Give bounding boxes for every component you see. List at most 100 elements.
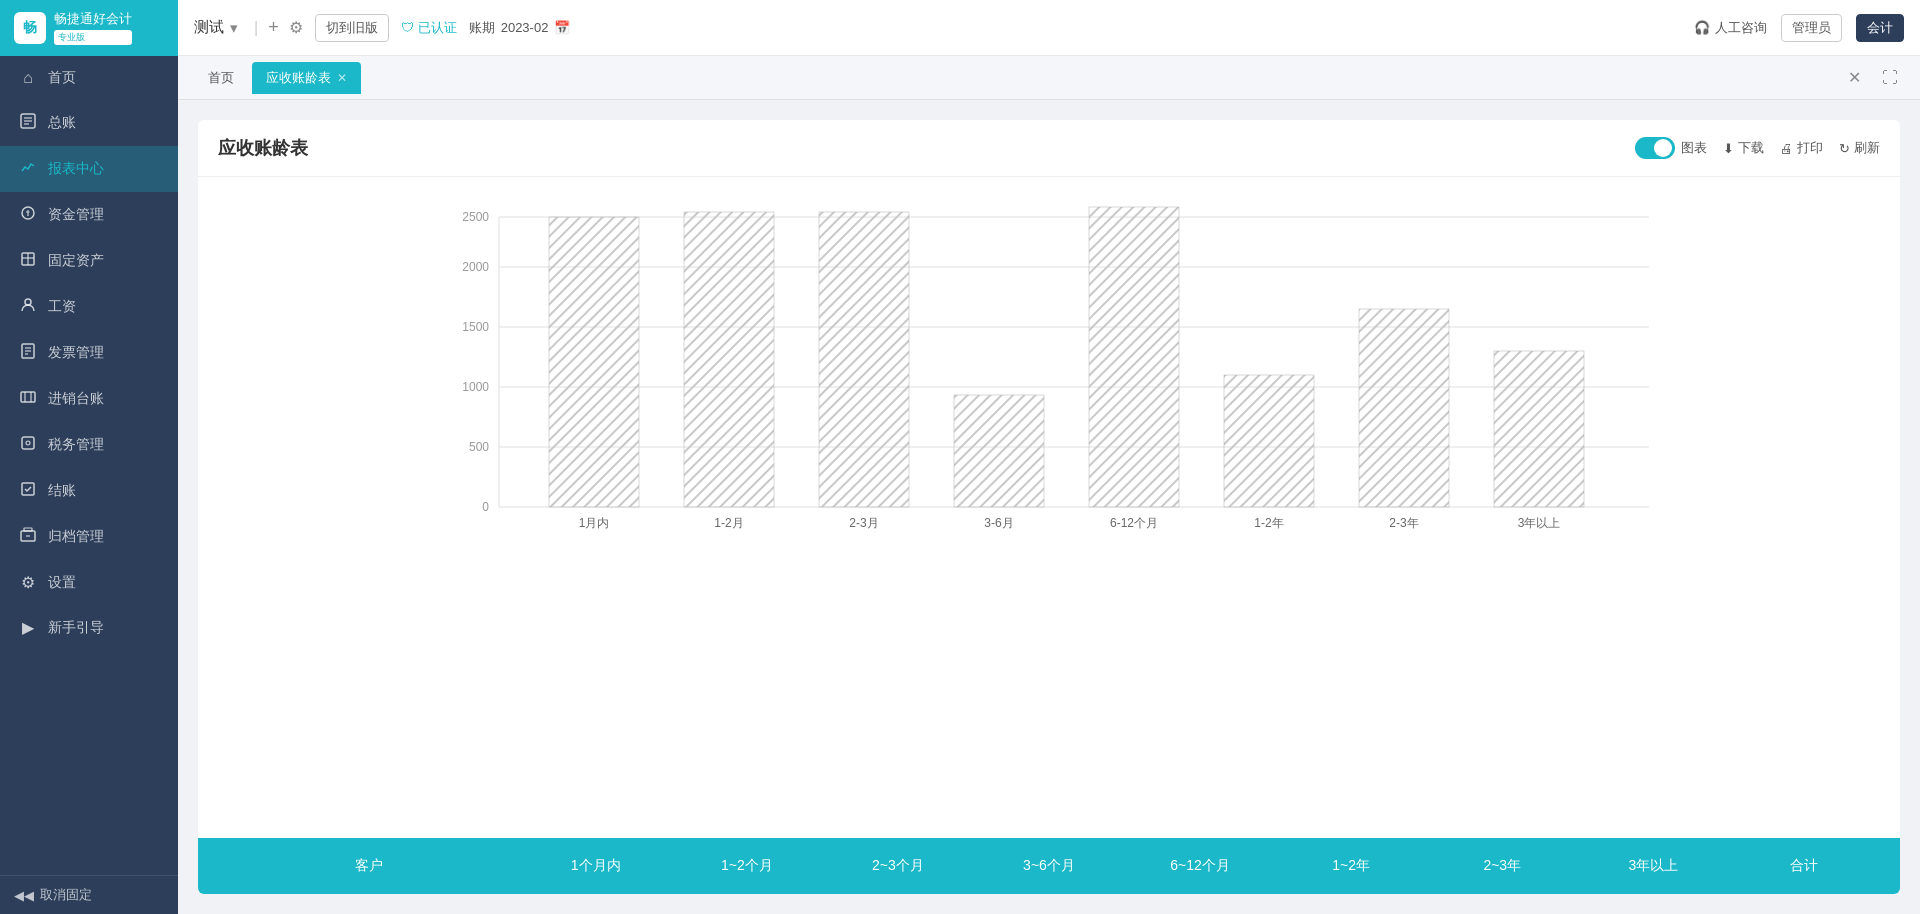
col-2-3year: 2~3年 [1427, 857, 1578, 875]
switch-version-btn[interactable]: 切到旧版 [315, 14, 389, 42]
content-area: 应收账龄表 图表 ⬇ 下载 🖨 打印 [178, 100, 1920, 914]
stock-icon [18, 389, 38, 409]
svg-text:1-2年: 1-2年 [1254, 516, 1283, 530]
download-btn[interactable]: ⬇ 下载 [1723, 139, 1764, 157]
sidebar-item-payroll[interactable]: 工资 [0, 284, 178, 330]
tab-aging[interactable]: 应收账龄表 ✕ [252, 62, 361, 94]
svg-rect-13 [21, 392, 35, 402]
svg-rect-16 [22, 437, 34, 449]
print-btn[interactable]: 🖨 打印 [1780, 139, 1823, 157]
svg-point-17 [26, 441, 30, 445]
assets-icon [18, 251, 38, 271]
dropdown-icon[interactable]: ▾ [230, 19, 238, 37]
print-icon: 🖨 [1780, 141, 1793, 156]
bar-2-3-year [1359, 309, 1449, 507]
closing-icon [18, 481, 38, 501]
bar-chart: 0 500 1000 1500 2000 2500 1月内 [218, 197, 1880, 577]
sidebar-item-stock[interactable]: 进销台账 [0, 376, 178, 422]
chart-toggle[interactable] [1635, 137, 1675, 159]
archive-icon [18, 527, 38, 547]
refresh-btn[interactable]: ↻ 刷新 [1839, 139, 1880, 157]
svg-text:1500: 1500 [462, 320, 489, 334]
sidebar-item-guide[interactable]: ▶ 新手引导 [0, 605, 178, 650]
sidebar-item-tax[interactable]: 税务管理 [0, 422, 178, 468]
svg-text:2000: 2000 [462, 260, 489, 274]
svg-text:2500: 2500 [462, 210, 489, 224]
chart-toggle-label: 图表 [1681, 139, 1707, 157]
svg-text:2-3月: 2-3月 [849, 516, 878, 530]
svg-text:500: 500 [469, 440, 489, 454]
main-area: 测试 ▾ | + ⚙ 切到旧版 🛡 已认证 账期 2023-02 📅 🎧 人工咨… [178, 0, 1920, 914]
certified-badge: 🛡 已认证 [401, 19, 457, 37]
reports-icon [18, 159, 38, 179]
sidebar-item-funds[interactable]: 资金管理 [0, 192, 178, 238]
download-icon: ⬇ [1723, 141, 1734, 156]
guide-icon: ▶ [18, 618, 38, 637]
period-display: 账期 2023-02 📅 [469, 19, 571, 37]
window-close-btn[interactable]: ✕ [1840, 64, 1868, 92]
invoice-icon [18, 343, 38, 363]
tabbar-window-controls: ✕ ⛶ [1840, 64, 1904, 92]
workspace-title: 测试 ▾ [194, 18, 238, 37]
sidebar-nav: ⌂ 首页 总账 报表中心 [0, 56, 178, 875]
col-1-2month: 1~2个月 [671, 857, 822, 875]
sidebar-item-assets[interactable]: 固定资产 [0, 238, 178, 284]
col-customer: 客户 [218, 857, 520, 875]
svg-rect-20 [24, 528, 32, 531]
support-btn[interactable]: 🎧 人工咨询 [1694, 19, 1767, 37]
col-1month: 1个月内 [520, 857, 671, 875]
cancel-fixed-btn[interactable]: ◀◀ 取消固定 [0, 875, 178, 914]
sidebar-item-ledger[interactable]: 总账 [0, 100, 178, 146]
add-workspace-btn[interactable]: + [268, 17, 279, 38]
sidebar-item-home[interactable]: ⌂ 首页 [0, 56, 178, 100]
window-expand-btn[interactable]: ⛶ [1876, 64, 1904, 92]
table-header: 客户 1个月内 1~2个月 2~3个月 3~6个月 6~12个月 1~2年 2~… [198, 838, 1900, 894]
svg-text:1000: 1000 [462, 380, 489, 394]
col-2-3month: 2~3个月 [822, 857, 973, 875]
svg-text:0: 0 [482, 500, 489, 514]
funds-icon [18, 205, 38, 225]
chart-toggle-group: 图表 [1635, 137, 1707, 159]
toggle-thumb [1654, 139, 1672, 157]
report-actions: 图表 ⬇ 下载 🖨 打印 ↻ 刷新 [1635, 137, 1880, 159]
bar-3-plus-year [1494, 351, 1584, 507]
col-6-12month: 6~12个月 [1125, 857, 1276, 875]
topbar-right: 🎧 人工咨询 管理员 会计 [1694, 14, 1904, 42]
settings-btn[interactable]: ⚙ [289, 18, 303, 37]
bar-1-month [549, 217, 639, 507]
accountant-btn[interactable]: 会计 [1856, 14, 1904, 42]
col-1-2year: 1~2年 [1276, 857, 1427, 875]
logo-icon: 畅 [14, 12, 46, 44]
col-3-6month: 3~6个月 [973, 857, 1124, 875]
bar-2-3-month [819, 212, 909, 507]
chart-area: 0 500 1000 1500 2000 2500 1月内 [198, 177, 1900, 838]
svg-text:3-6月: 3-6月 [984, 516, 1013, 530]
sidebar: 畅 畅捷通好会计 专业版 ⌂ 首页 总账 [0, 0, 178, 914]
sidebar-item-archive[interactable]: 归档管理 [0, 514, 178, 560]
topbar: 测试 ▾ | + ⚙ 切到旧版 🛡 已认证 账期 2023-02 📅 🎧 人工咨… [178, 0, 1920, 56]
sidebar-logo: 畅 畅捷通好会计 专业版 [0, 0, 178, 56]
pin-icon: ◀◀ [14, 888, 34, 903]
svg-text:1月内: 1月内 [579, 516, 610, 530]
bar-1-2-year [1224, 375, 1314, 507]
col-total: 合计 [1729, 857, 1880, 875]
svg-text:3年以上: 3年以上 [1518, 516, 1561, 530]
bar-3-6-month [954, 395, 1044, 507]
separator: | [254, 19, 258, 37]
sidebar-item-reports[interactable]: 报表中心 [0, 146, 178, 192]
bar-1-2-month [684, 212, 774, 507]
calendar-icon[interactable]: 📅 [554, 20, 570, 35]
svg-text:1-2月: 1-2月 [714, 516, 743, 530]
shield-icon: 🛡 [401, 20, 414, 35]
sidebar-item-closing[interactable]: 结账 [0, 468, 178, 514]
svg-text:2-3年: 2-3年 [1389, 516, 1418, 530]
logo-text-group: 畅捷通好会计 专业版 [54, 11, 132, 45]
sidebar-item-settings[interactable]: ⚙ 设置 [0, 560, 178, 605]
manager-btn[interactable]: 管理员 [1781, 14, 1842, 42]
svg-text:6-12个月: 6-12个月 [1110, 516, 1158, 530]
settings-icon: ⚙ [18, 573, 38, 592]
tab-close-icon[interactable]: ✕ [337, 71, 347, 85]
svg-point-8 [25, 299, 31, 305]
sidebar-item-invoice[interactable]: 发票管理 [0, 330, 178, 376]
tab-home[interactable]: 首页 [194, 62, 248, 94]
